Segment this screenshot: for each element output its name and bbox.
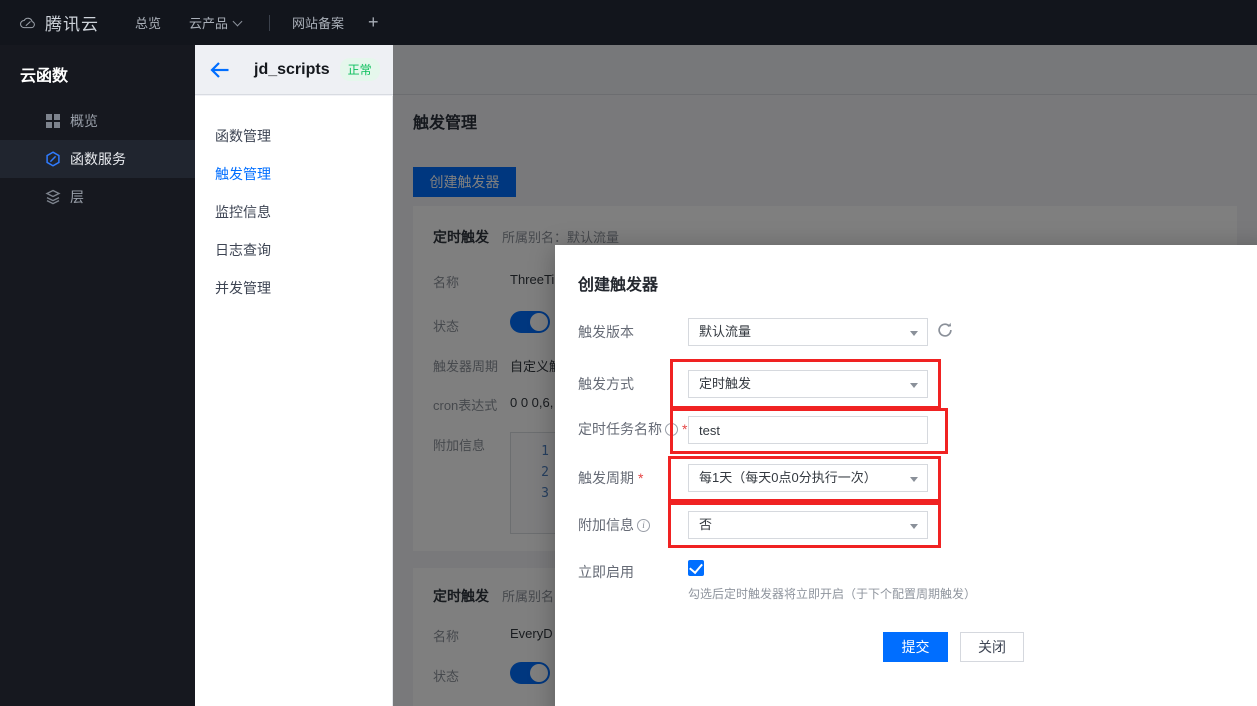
field-label-extra-info: 附加信息 i — [578, 515, 650, 535]
chevron-down-icon — [910, 477, 918, 482]
refresh-icon — [936, 321, 954, 339]
sidebar-item-layers[interactable]: 层 — [0, 178, 195, 216]
label-text: 立即启用 — [578, 562, 634, 582]
layers-icon — [45, 189, 61, 205]
function-service-icon — [45, 151, 61, 167]
chevron-down-icon — [910, 383, 918, 388]
app-window: 腾讯云 总览 云产品 网站备案 + 云函数 概览 函数服务 — [0, 0, 1257, 706]
task-name-input[interactable] — [688, 416, 928, 444]
sidebar-item-label: 函数服务 — [70, 149, 126, 169]
info-icon: i — [637, 519, 650, 532]
field-label-enable-now: 立即启用 — [578, 562, 634, 582]
chevron-down-icon — [233, 16, 243, 26]
info-icon: i — [665, 423, 678, 436]
chevron-down-icon — [910, 524, 918, 529]
submit-button[interactable]: 提交 — [883, 632, 948, 662]
product-sidebar: 云函数 概览 函数服务 层 — [0, 45, 195, 706]
cloud-logo-icon — [20, 15, 36, 31]
selected-value: 定时触发 — [699, 376, 751, 391]
function-submenu: 函数管理 触发管理 监控信息 日志查询 并发管理 — [195, 96, 393, 706]
status-badge: 正常 — [340, 58, 380, 81]
required-mark: * — [638, 470, 643, 486]
chevron-down-icon — [910, 331, 918, 336]
sidebar-item-label: 层 — [70, 187, 84, 207]
nav-divider — [269, 15, 270, 31]
brand-logo[interactable]: 腾讯云 — [20, 10, 99, 35]
label-text: 附加信息 — [578, 515, 634, 535]
close-button[interactable]: 关闭 — [960, 632, 1024, 662]
top-nav: 腾讯云 总览 云产品 网站备案 + — [0, 0, 1257, 45]
trigger-cycle-select[interactable]: 每1天（每天0点0分执行一次） — [688, 464, 928, 492]
refresh-button[interactable] — [936, 321, 956, 341]
label-text: 触发周期 — [578, 468, 634, 488]
back-button[interactable] — [210, 59, 232, 81]
submenu-item-concurrency[interactable]: 并发管理 — [195, 269, 392, 307]
field-label-task-name: 定时任务名称 i * — [578, 419, 687, 439]
field-label-trigger-cycle: 触发周期 * — [578, 468, 643, 488]
field-label-trigger-method: 触发方式 — [578, 374, 634, 394]
enable-now-note: 勾选后定时触发器将立即开启（于下个配置周期触发） — [688, 585, 976, 602]
nav-item-overview[interactable]: 总览 — [135, 13, 161, 32]
trigger-version-select[interactable]: 默认流量 — [688, 318, 928, 346]
sidebar-item-label: 概览 — [70, 111, 98, 131]
submenu-item-monitoring[interactable]: 监控信息 — [195, 193, 392, 231]
required-mark: * — [682, 421, 687, 437]
label-text: 定时任务名称 — [578, 419, 662, 439]
label-text: 触发版本 — [578, 322, 634, 342]
nav-item-cloud-products[interactable]: 云产品 — [189, 13, 241, 32]
sidebar-item-overview[interactable]: 概览 — [0, 102, 195, 140]
label-text: 触发方式 — [578, 374, 634, 394]
brand-name: 腾讯云 — [45, 10, 99, 35]
enable-now-checkbox[interactable] — [688, 560, 704, 576]
product-title: 云函数 — [0, 45, 195, 102]
field-label-trigger-version: 触发版本 — [578, 322, 634, 342]
back-arrow-icon — [210, 61, 230, 79]
submenu-item-trigger-management[interactable]: 触发管理 — [195, 155, 392, 193]
extra-info-select[interactable]: 否 — [688, 511, 928, 539]
selected-value: 否 — [699, 517, 712, 532]
create-trigger-dialog: 创建触发器 触发版本 默认流量 触发方式 定时触发 定时任务名称 i * — [555, 245, 1257, 706]
submenu-item-log-query[interactable]: 日志查询 — [195, 231, 392, 269]
grid-icon — [45, 113, 61, 129]
trigger-method-select[interactable]: 定时触发 — [688, 370, 928, 398]
nav-item-cloud-products-label: 云产品 — [189, 13, 228, 32]
submenu-item-function-management[interactable]: 函数管理 — [195, 117, 392, 155]
add-tab-button[interactable]: + — [368, 12, 379, 33]
selected-value: 默认流量 — [699, 324, 751, 339]
dialog-title: 创建触发器 — [578, 271, 658, 295]
selected-value: 每1天（每天0点0分执行一次） — [699, 470, 877, 485]
function-name: jd_scripts — [254, 61, 330, 79]
sidebar-item-function-service[interactable]: 函数服务 — [0, 140, 195, 178]
nav-item-website-record[interactable]: 网站备案 — [292, 13, 344, 32]
